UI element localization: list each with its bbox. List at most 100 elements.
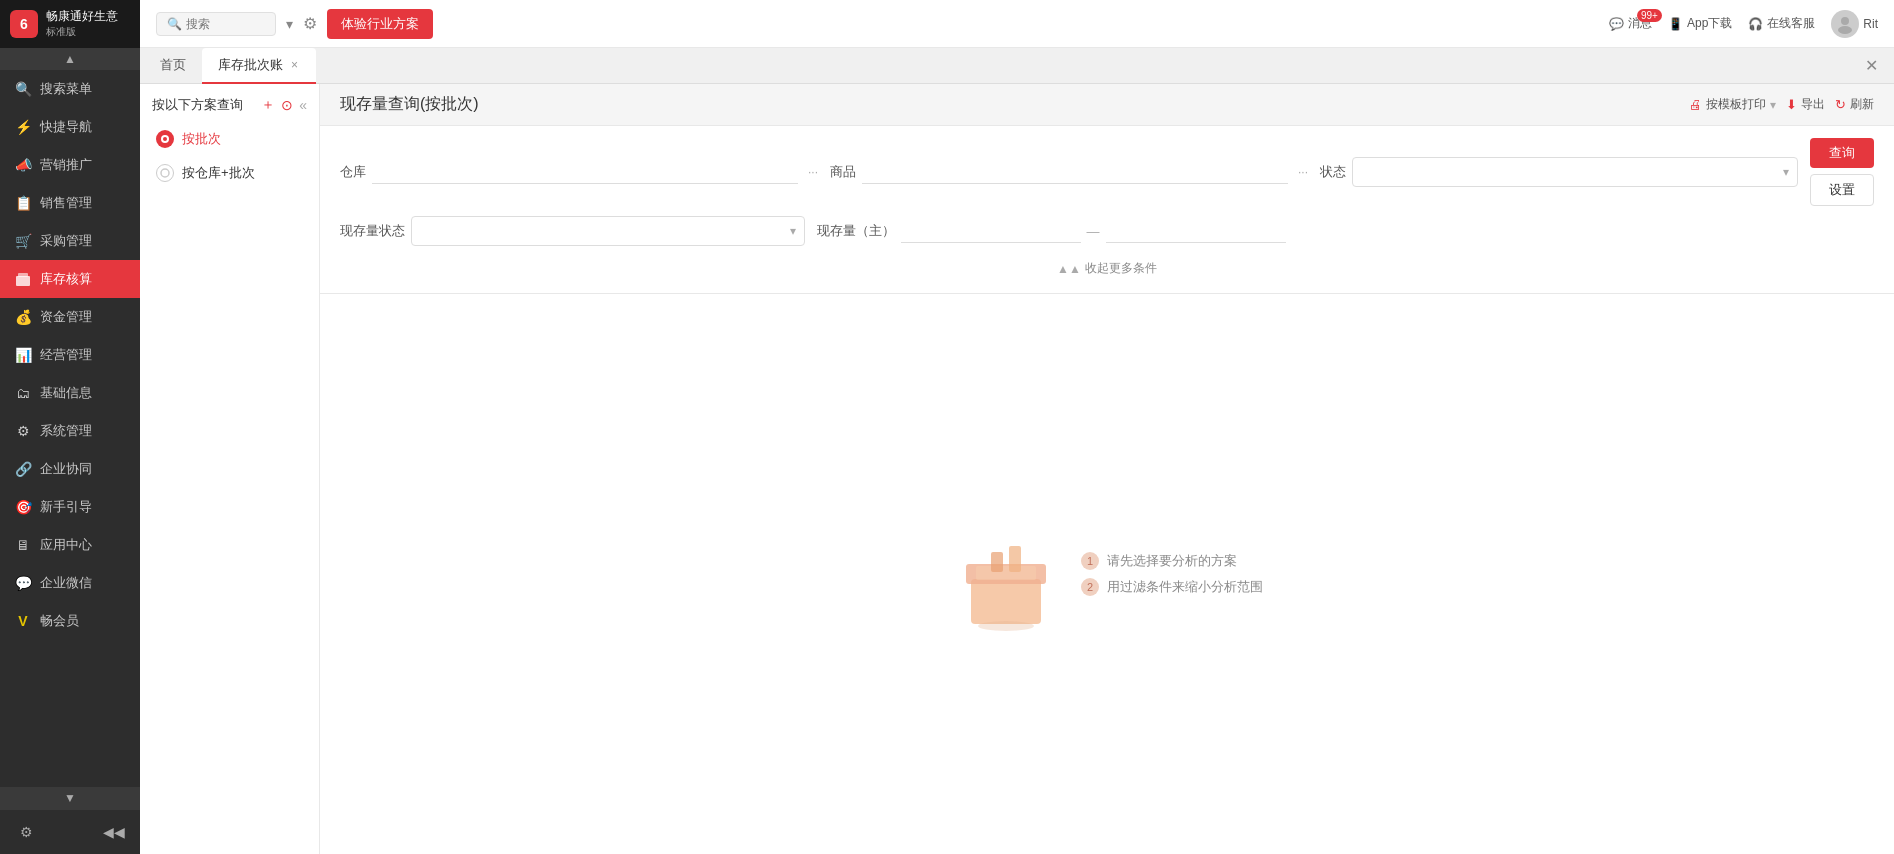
sidebar-item-wechat[interactable]: 💬 企业微信	[0, 564, 140, 602]
app-title: 畅康通好生意	[46, 9, 118, 25]
print-button[interactable]: 🖨 按模板打印 ▾	[1689, 96, 1776, 113]
search-input[interactable]	[186, 17, 266, 31]
inventory-status-field: 现存量状态 ▾	[340, 216, 805, 246]
left-panel-title: 按以下方案查询	[152, 96, 243, 114]
solution-item-batch[interactable]: 按批次	[140, 122, 319, 156]
settings-button[interactable]: 设置	[1810, 174, 1874, 206]
product-more-icon[interactable]: ···	[1298, 165, 1308, 179]
inventory-icon	[14, 270, 32, 288]
status-select[interactable]: ▾	[1352, 157, 1798, 187]
query-button[interactable]: 查询	[1810, 138, 1874, 168]
product-label: 商品	[830, 163, 856, 181]
sales-icon: 📋	[14, 194, 32, 212]
filter-action-btns: 查询 设置	[1810, 138, 1874, 206]
svg-rect-11	[1009, 546, 1021, 572]
tab-close-icon[interactable]: ×	[289, 58, 300, 72]
sidebar-item-label: 库存核算	[40, 270, 92, 288]
basics-icon: 🗂	[14, 384, 32, 402]
tab-inventory-batch[interactable]: 库存批次账 ×	[202, 48, 316, 84]
sidebar-item-label: 销售管理	[40, 194, 92, 212]
qty-max-input[interactable]	[1106, 219, 1286, 243]
message-badge: 99+	[1637, 9, 1662, 22]
sidebar-item-purchase[interactable]: 🛒 采购管理	[0, 222, 140, 260]
add-solution-icon[interactable]: ＋	[261, 96, 275, 114]
refresh-button[interactable]: ↻ 刷新	[1835, 96, 1874, 113]
inventory-qty-range: —	[901, 219, 1286, 243]
sidebar-scroll-down[interactable]: ▼	[0, 787, 140, 809]
sidebar-item-quicknav[interactable]: ⚡ 快捷导航	[0, 108, 140, 146]
sidebar-item-system[interactable]: ⚙ 系统管理	[0, 412, 140, 450]
topbar-dropdown-icon[interactable]: ▾	[286, 16, 293, 32]
filter-row-2: 现存量状态 ▾ 现存量（主） —	[340, 216, 1874, 246]
warehouse-input[interactable]	[372, 160, 798, 184]
newguide-icon: 🎯	[14, 498, 32, 516]
page-title: 现存量查询(按批次)	[340, 94, 479, 115]
sidebar-item-label: 采购管理	[40, 232, 92, 250]
left-panel-collapse-icon[interactable]: «	[299, 97, 307, 113]
message-icon: 💬	[1609, 17, 1624, 31]
operations-icon: 📊	[14, 346, 32, 364]
sidebar-item-vip[interactable]: V 畅会员	[0, 602, 140, 640]
user-profile[interactable]: Rit	[1831, 10, 1878, 38]
avatar	[1831, 10, 1859, 38]
tab-panel-close-icon[interactable]: ✕	[1853, 56, 1890, 75]
solution-settings-icon[interactable]: ⊙	[281, 97, 293, 113]
sidebar-item-search[interactable]: 🔍 搜索菜单	[0, 70, 140, 108]
tip2-number: 2	[1081, 578, 1099, 596]
product-input[interactable]	[862, 160, 1288, 184]
sidebar-item-enterprise[interactable]: 🔗 企业协同	[0, 450, 140, 488]
sidebar-item-marketing[interactable]: 📣 营销推广	[0, 146, 140, 184]
product-field: 商品 ···	[830, 160, 1308, 184]
tabbar: 首页 库存批次账 × ✕	[140, 48, 1894, 84]
sidebar-item-inventory[interactable]: 库存核算	[0, 260, 140, 298]
empty-illustration	[951, 524, 1051, 624]
collapse-label: 收起更多条件	[1085, 260, 1157, 277]
qty-min-input[interactable]	[901, 219, 1081, 243]
svg-point-3	[1838, 26, 1852, 34]
inventory-status-select[interactable]: ▾	[411, 216, 805, 246]
svg-rect-1	[18, 273, 28, 277]
sidebar-item-finance[interactable]: 💰 资金管理	[0, 298, 140, 336]
filter-collapse-btn[interactable]: ▲▲ 收起更多条件	[340, 256, 1874, 281]
tab-home[interactable]: 首页	[144, 48, 202, 84]
sidebar-items: 🔍 搜索菜单 ⚡ 快捷导航 📣 营销推广 📋 销售管理 🛒 采购管理	[0, 70, 140, 787]
sidebar-scroll-up[interactable]: ▲	[0, 48, 140, 70]
svg-rect-10	[991, 552, 1003, 572]
print-dropdown-icon[interactable]: ▾	[1770, 98, 1776, 112]
settings-footer-icon[interactable]: ⚙	[14, 820, 38, 844]
sidebar-item-appcenter[interactable]: 🖥 应用中心	[0, 526, 140, 564]
inventory-qty-label: 现存量（主）	[817, 222, 895, 240]
solution-item-warehouse-batch[interactable]: 按仓库+批次	[140, 156, 319, 190]
empty-tip-2: 2 用过滤条件来缩小分析范围	[1081, 578, 1263, 596]
purchase-icon: 🛒	[14, 232, 32, 250]
print-label: 按模板打印	[1706, 96, 1766, 113]
export-button[interactable]: ⬇ 导出	[1786, 96, 1825, 113]
trial-button[interactable]: 体验行业方案	[327, 9, 433, 39]
marketing-icon: 📣	[14, 156, 32, 174]
sidebar-item-sales[interactable]: 📋 销售管理	[0, 184, 140, 222]
sidebar-footer: ⚙ ◀◀	[0, 809, 140, 854]
topbar-gear-icon[interactable]: ⚙	[303, 14, 317, 33]
search-icon: 🔍	[14, 80, 32, 98]
username-label: Rit	[1863, 17, 1878, 31]
left-panel-header: 按以下方案查询 ＋ ⊙ «	[140, 84, 319, 122]
search-topbar-icon: 🔍	[167, 17, 182, 31]
inventory-qty-field: 现存量（主） —	[817, 219, 1286, 243]
sidebar-item-operations[interactable]: 📊 经营管理	[0, 336, 140, 374]
topbar-search[interactable]: 🔍	[156, 12, 276, 36]
quicknav-icon: ⚡	[14, 118, 32, 136]
print-icon: 🖨	[1689, 97, 1702, 112]
app-download-action[interactable]: 📱 App下载	[1668, 15, 1732, 32]
status-field: 状态 ▾	[1320, 157, 1798, 187]
warehouse-more-icon[interactable]: ···	[808, 165, 818, 179]
sidebar-item-label: 新手引导	[40, 498, 92, 516]
sidebar-item-newguide[interactable]: 🎯 新手引导	[0, 488, 140, 526]
inventory-status-arrow: ▾	[790, 224, 796, 238]
export-icon: ⬇	[1786, 97, 1797, 112]
online-service-action[interactable]: 🎧 在线客服	[1748, 15, 1815, 32]
tip1-text: 请先选择要分析的方案	[1107, 552, 1237, 570]
message-action[interactable]: 💬 消息 99+	[1609, 15, 1652, 32]
collapse-sidebar-icon[interactable]: ◀◀	[102, 820, 126, 844]
sidebar-item-basics[interactable]: 🗂 基础信息	[0, 374, 140, 412]
app-badge: 标准版	[46, 25, 118, 39]
